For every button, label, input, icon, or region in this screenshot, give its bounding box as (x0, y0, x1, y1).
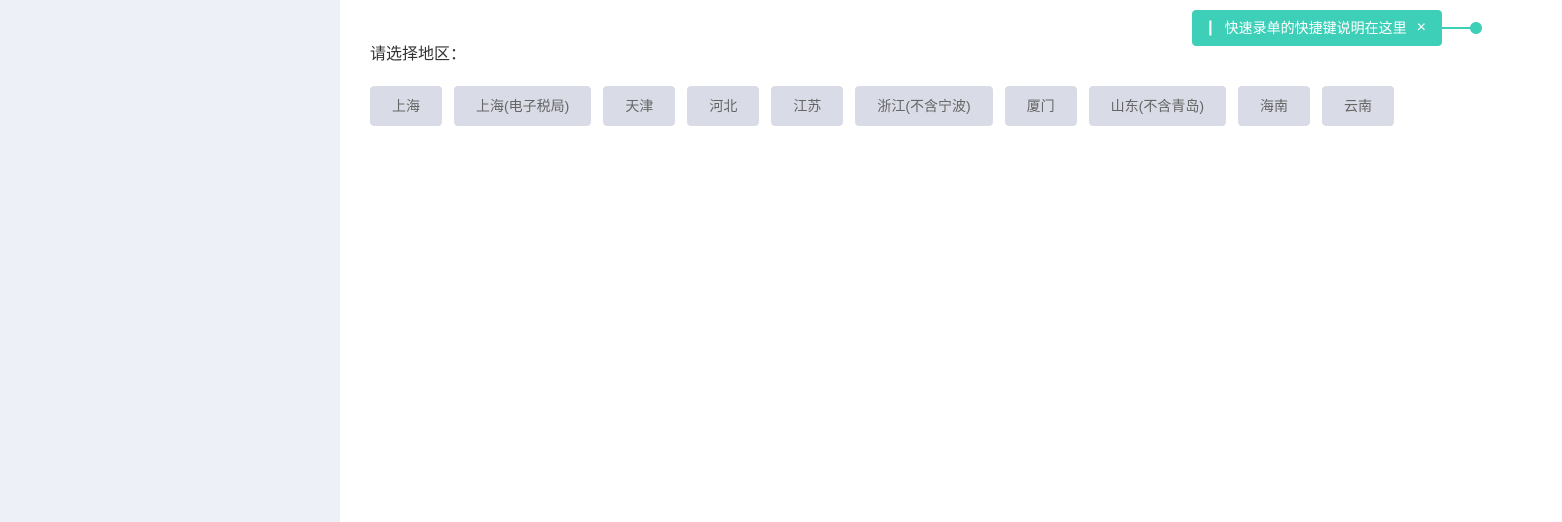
region-btn-xiamen[interactable]: 厦门 (1005, 86, 1077, 126)
tooltip-close-button[interactable]: × (1417, 20, 1426, 36)
region-btn-yunnan[interactable]: 云南 (1322, 86, 1394, 126)
region-btn-hebei[interactable]: 河北 (687, 86, 759, 126)
region-btn-hainan[interactable]: 海南 (1238, 86, 1310, 126)
tooltip-text: 快速录单的快捷键说明在这里 (1225, 18, 1407, 38)
region-btn-tianjin[interactable]: 天津 (603, 86, 675, 126)
main-content: 请选择地区： 上海 上海(电子税局) 天津 河北 江苏 浙江(不含宁波) 厦门 … (340, 0, 1562, 522)
tooltip-connector-dot (1470, 22, 1482, 34)
region-btn-zhejiang[interactable]: 浙江(不含宁波) (855, 86, 992, 126)
region-btn-shanghai[interactable]: 上海 (370, 86, 442, 126)
sidebar (0, 0, 340, 522)
region-row-2: 山东(不含青岛) 海南 云南 (1089, 86, 1394, 126)
region-btn-shandong[interactable]: 山东(不含青岛) (1089, 86, 1226, 126)
region-btn-shanghai-etax[interactable]: 上海(电子税局) (454, 86, 591, 126)
region-buttons: 上海 上海(电子税局) 天津 河北 江苏 浙江(不含宁波) 厦门 山东(不含青岛… (370, 86, 1532, 138)
tooltip-banner: 快速录单的快捷键说明在这里 × (1192, 10, 1442, 46)
region-row-1: 上海 上海(电子税局) 天津 河北 江苏 浙江(不含宁波) 厦门 (370, 86, 1077, 126)
region-btn-jiangsu[interactable]: 江苏 (771, 86, 843, 126)
